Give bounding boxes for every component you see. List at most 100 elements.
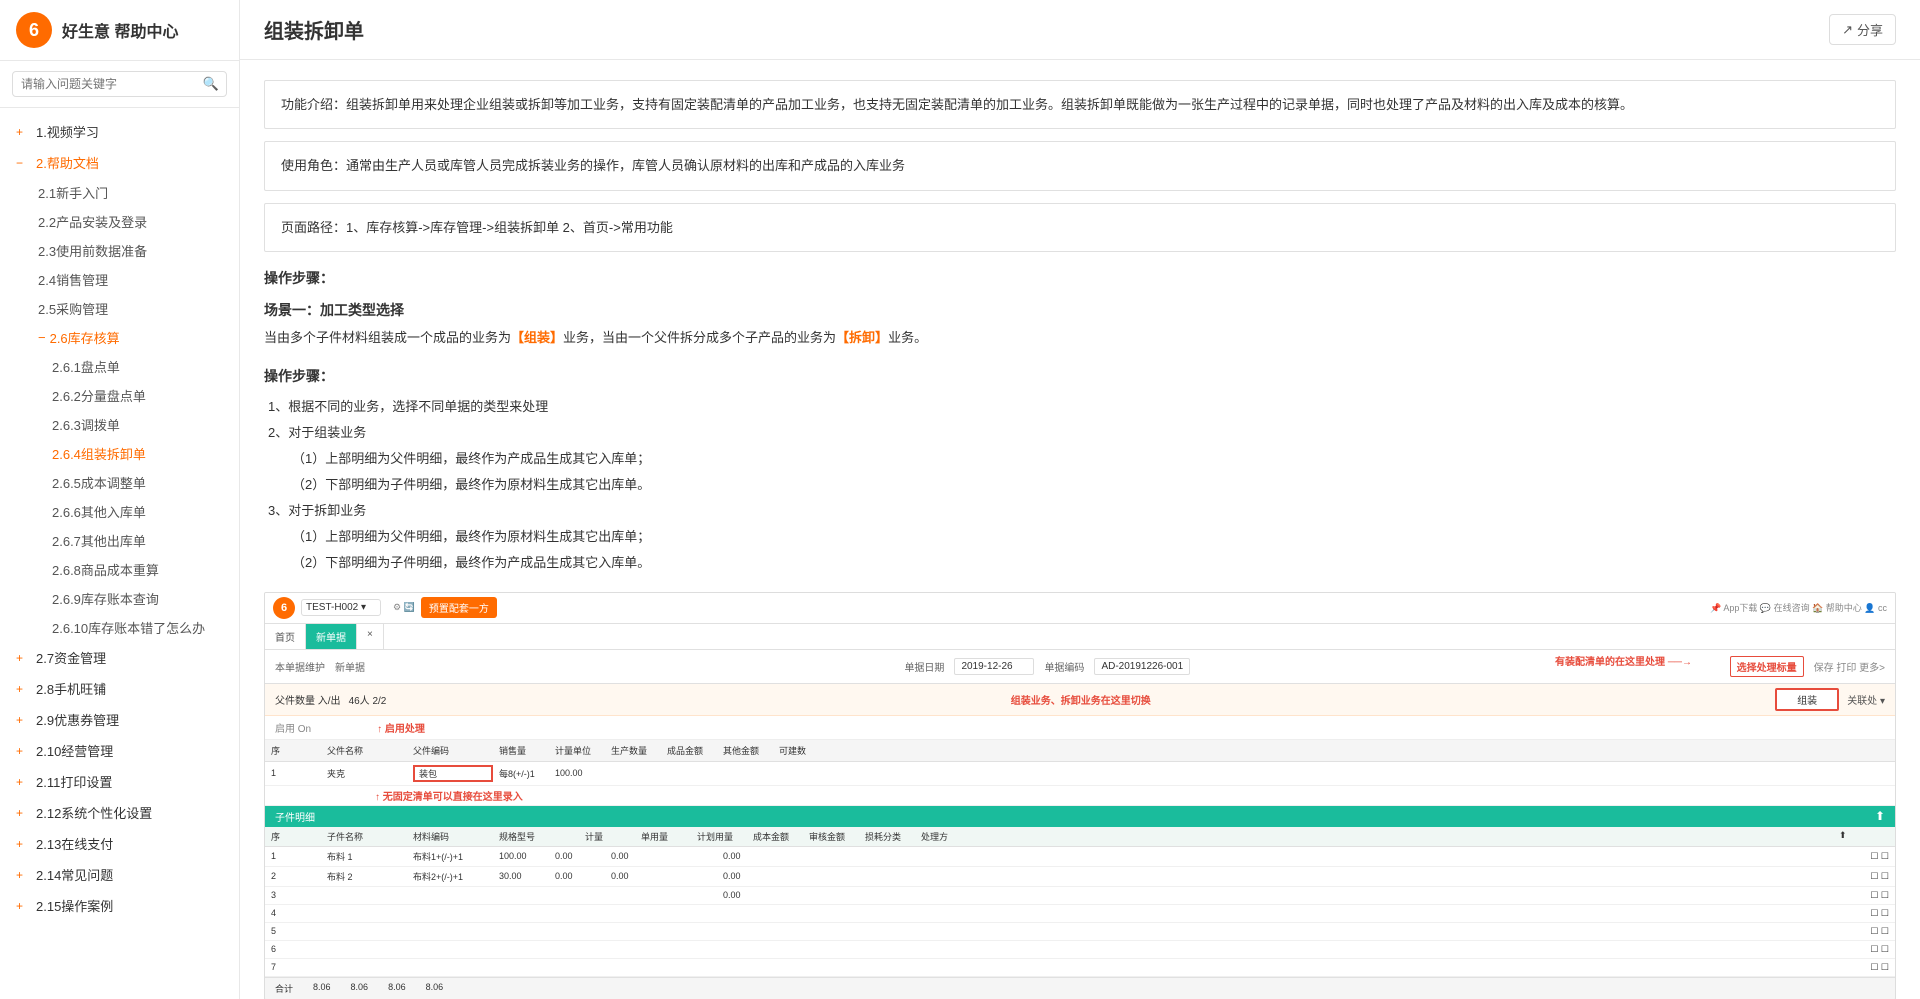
fake-num-label: 单据编码	[1044, 659, 1084, 674]
fake-type-input: 组装	[1775, 688, 1839, 711]
fake-tab-close: ×	[357, 624, 384, 649]
fake-lower-row-5: 5 ☐ ☐	[265, 923, 1895, 941]
minus-icon-2-6: −	[38, 330, 46, 345]
sidebar-item-2-6-2[interactable]: 2.6.2分量盘点单	[0, 381, 239, 410]
sidebar-item-2-6-7[interactable]: 2.6.7其他出库单	[0, 526, 239, 555]
fake-count-label: 父件数量 入/出	[275, 692, 341, 707]
fake-topbar-actions: 保存 打印 更多>	[1814, 659, 1885, 674]
fake-topbar: 6 TEST-H002 ▾ ⚙ 🔄 预置配套一方 📌 App下载 💬 在线咨询 …	[265, 593, 1895, 624]
intro-text: 功能介绍：组装拆卸单用来处理企业组装或拆卸等加工业务，支持有固定装配清单的产品加…	[281, 97, 1633, 112]
fake-date-label: 单据日期	[904, 659, 944, 674]
plus-icon-2-9: +	[16, 713, 30, 727]
sidebar-item-2-12[interactable]: + 2.12系统个性化设置	[0, 797, 239, 828]
fake-lower-row-1: 1 布料 1 布料1+(/-)+1 100.00 0.00 0.00 0.00 …	[265, 847, 1895, 867]
plus-icon-2-10: +	[16, 744, 30, 758]
fake-select-test: TEST-H002 ▾	[301, 599, 381, 616]
fake-form-label1: 本单据维护	[275, 659, 325, 674]
sidebar-item-2-4[interactable]: 2.4销售管理	[0, 265, 239, 294]
main-header: 组装拆卸单 ↗ 分享	[240, 0, 1920, 60]
share-button[interactable]: ↗ 分享	[1829, 14, 1896, 45]
step-3-sub-1: （1）上部明细为父件明细，最终作为原材料生成其它出库单；	[268, 524, 1896, 550]
sidebar-item-1-row[interactable]: + 1.视频学习	[0, 116, 239, 147]
fake-annotation-btn1: 选择处理标量	[1730, 656, 1804, 677]
sidebar-item-2-6-1[interactable]: 2.6.1盘点单	[0, 352, 239, 381]
sidebar-item-2-6-9[interactable]: 2.6.9库存账本查询	[0, 584, 239, 613]
step-2: 2、对于组装业务	[268, 420, 1896, 446]
sidebar-item-1-label: 1.视频学习	[36, 122, 99, 141]
sidebar-item-2-9[interactable]: + 2.9优惠券管理	[0, 704, 239, 735]
sidebar-item-2-13[interactable]: + 2.13在线支付	[0, 828, 239, 859]
search-area: 🔍	[0, 61, 239, 108]
plus-icon-2-8: +	[16, 682, 30, 696]
steps-list: 1、根据不同的业务，选择不同单据的类型来处理 2、对于组装业务 （1）上部明细为…	[264, 394, 1896, 576]
fake-tab-new: 新单据	[306, 624, 357, 649]
fake-logo: 6	[273, 597, 295, 619]
sidebar-item-2-3[interactable]: 2.3使用前数据准备	[0, 236, 239, 265]
fake-annotation-row: ↑ 无固定清单可以直接在这里录入	[265, 786, 1895, 806]
sidebar-item-2-6-3[interactable]: 2.6.3调拨单	[0, 410, 239, 439]
plus-icon-1: +	[16, 125, 30, 139]
sidebar-item-2-row[interactable]: − 2.帮助文档	[0, 147, 239, 178]
sidebar-item-2-6-5[interactable]: 2.6.5成本调整单	[0, 468, 239, 497]
fake-type-actions: 关联处 ▾	[1847, 692, 1885, 707]
fake-upper-row-1: 1 夹克 装包 每8(+/-)1 100.00	[265, 762, 1895, 786]
annotation-label-5: ↑ 无固定清单可以直接在这里录入	[375, 792, 523, 803]
scene1-desc: 当由多个子件材料组装成一个成品的业务为【组装】业务，当由一个父件拆分成多个子产品…	[264, 326, 1896, 349]
fake-count-val: 46人 2/2	[349, 692, 387, 707]
scene1-title: 场景一：加工类型选择	[264, 300, 1896, 320]
annotation-label-1: 有装配清单的在这里处理 ──→	[1552, 652, 1695, 669]
step-1: 1、根据不同的业务，选择不同单据的类型来处理	[268, 394, 1896, 420]
sidebar-item-2-7[interactable]: + 2.7资金管理	[0, 642, 239, 673]
sidebar-item-2-1[interactable]: 2.1新手入门	[0, 178, 239, 207]
plus-icon-2-15: +	[16, 899, 30, 913]
fake-ui: 6 TEST-H002 ▾ ⚙ 🔄 预置配套一方 📌 App下载 💬 在线咨询 …	[265, 593, 1895, 999]
sidebar-item-2-5[interactable]: 2.5采购管理	[0, 294, 239, 323]
fake-lower-row-2: 2 布料 2 布料2+(/-)+1 30.00 0.00 0.00 0.00 ☐…	[265, 867, 1895, 887]
fake-topbar-right: 📌 App下载 💬 在线咨询 🏠 帮助中心 👤 cc	[1710, 601, 1887, 614]
sidebar-header: 6 好生意 帮助中心	[0, 0, 239, 61]
sidebar-item-2-6-4[interactable]: 2.6.4组装拆卸单	[0, 439, 239, 468]
sidebar-item-2-10[interactable]: + 2.10经营管理	[0, 735, 239, 766]
logo-icon: 6	[16, 12, 52, 48]
fake-num-input: AD-20191226-001	[1094, 658, 1190, 675]
fake-upper-header: 序 父件名称 父件编码 销售量 计量单位 生产数量 成品金额 其他金额 可建数	[265, 740, 1895, 762]
fake-enable-row: 启用 On ↑ 启用处理	[265, 716, 1895, 740]
share-icon: ↗	[1842, 22, 1853, 38]
step-3-sub-2: （2）下部明细为子件明细，最终作为产成品生成其它入库单。	[268, 550, 1896, 576]
fake-lower-row-6: 6 ☐ ☐	[265, 941, 1895, 959]
fake-topbar-icons: ⚙ 🔄	[393, 602, 415, 613]
sidebar-item-2-label: 2.帮助文档	[36, 153, 99, 172]
sidebar-item-2-6-10[interactable]: 2.6.10库存账本错了怎么办	[0, 613, 239, 642]
fake-lower-header: 序 子件名称 材料编码 规格型号 计量 单用量 计划用量 成本金额 审核金额 损…	[265, 827, 1895, 847]
fake-tab-bar: 首页 新单据 ×	[265, 624, 1895, 650]
sidebar-item-2-6[interactable]: − 2.6库存核算	[0, 323, 239, 352]
main-content: 功能介绍：组装拆卸单用来处理企业组装或拆卸等加工业务，支持有固定装配清单的产品加…	[240, 60, 1920, 999]
sidebar-item-2-6-6[interactable]: 2.6.6其他入库单	[0, 497, 239, 526]
fake-lower-row-7: 7 ☐ ☐	[265, 959, 1895, 977]
sidebar-item-2-11[interactable]: + 2.11打印设置	[0, 766, 239, 797]
main-area: 组装拆卸单 ↗ 分享 功能介绍：组装拆卸单用来处理企业组装或拆卸等加工业务，支持…	[240, 0, 1920, 999]
nav-tree: + 1.视频学习 − 2.帮助文档 2.1新手入门 2.2产品安装及登录 2.3…	[0, 108, 239, 999]
path-block: 页面路径：1、库存核算->库存管理->组装拆卸单 2、首页->常用功能	[264, 203, 1896, 252]
sidebar-item-2-8[interactable]: + 2.8手机旺铺	[0, 673, 239, 704]
sidebar-item-2-15[interactable]: + 2.15操作案例	[0, 890, 239, 921]
sidebar-item-2-6-8[interactable]: 2.6.8商品成本重算	[0, 555, 239, 584]
step-2-sub-1: （1）上部明细为父件明细，最终作为产成品生成其它入库单；	[268, 446, 1896, 472]
search-input[interactable]	[12, 71, 227, 97]
plus-icon-2-12: +	[16, 806, 30, 820]
role-text: 使用角色：通常由生产人员或库管人员完成拆装业务的操作，库管人员确认原材料的出库和…	[281, 158, 905, 173]
fake-type-row: 父件数量 入/出 46人 2/2 组装业务、拆卸业务在这里切换 组装 关联处 ▾	[265, 684, 1895, 716]
sidebar-item-2-2[interactable]: 2.2产品安装及登录	[0, 207, 239, 236]
fake-tab-home: 首页	[265, 624, 306, 649]
sidebar-item-2-14[interactable]: + 2.14常见问题	[0, 859, 239, 890]
ops-title: 操作步骤：	[264, 268, 1896, 288]
sidebar: 6 好生意 帮助中心 🔍 + 1.视频学习 − 2.帮助文档 2.1新手入门 2…	[0, 0, 240, 999]
fake-enable-label: 启用 On	[275, 720, 311, 735]
plus-icon-2-7: +	[16, 651, 30, 665]
step-3: 3、对于拆卸业务	[268, 498, 1896, 524]
search-icon: 🔍	[203, 76, 219, 92]
fake-date-input: 2019-12-26	[954, 658, 1034, 675]
path-text: 页面路径：1、库存核算->库存管理->组装拆卸单 2、首页->常用功能	[281, 220, 673, 235]
share-label: 分享	[1857, 20, 1883, 39]
minus-icon-2: −	[16, 156, 30, 170]
